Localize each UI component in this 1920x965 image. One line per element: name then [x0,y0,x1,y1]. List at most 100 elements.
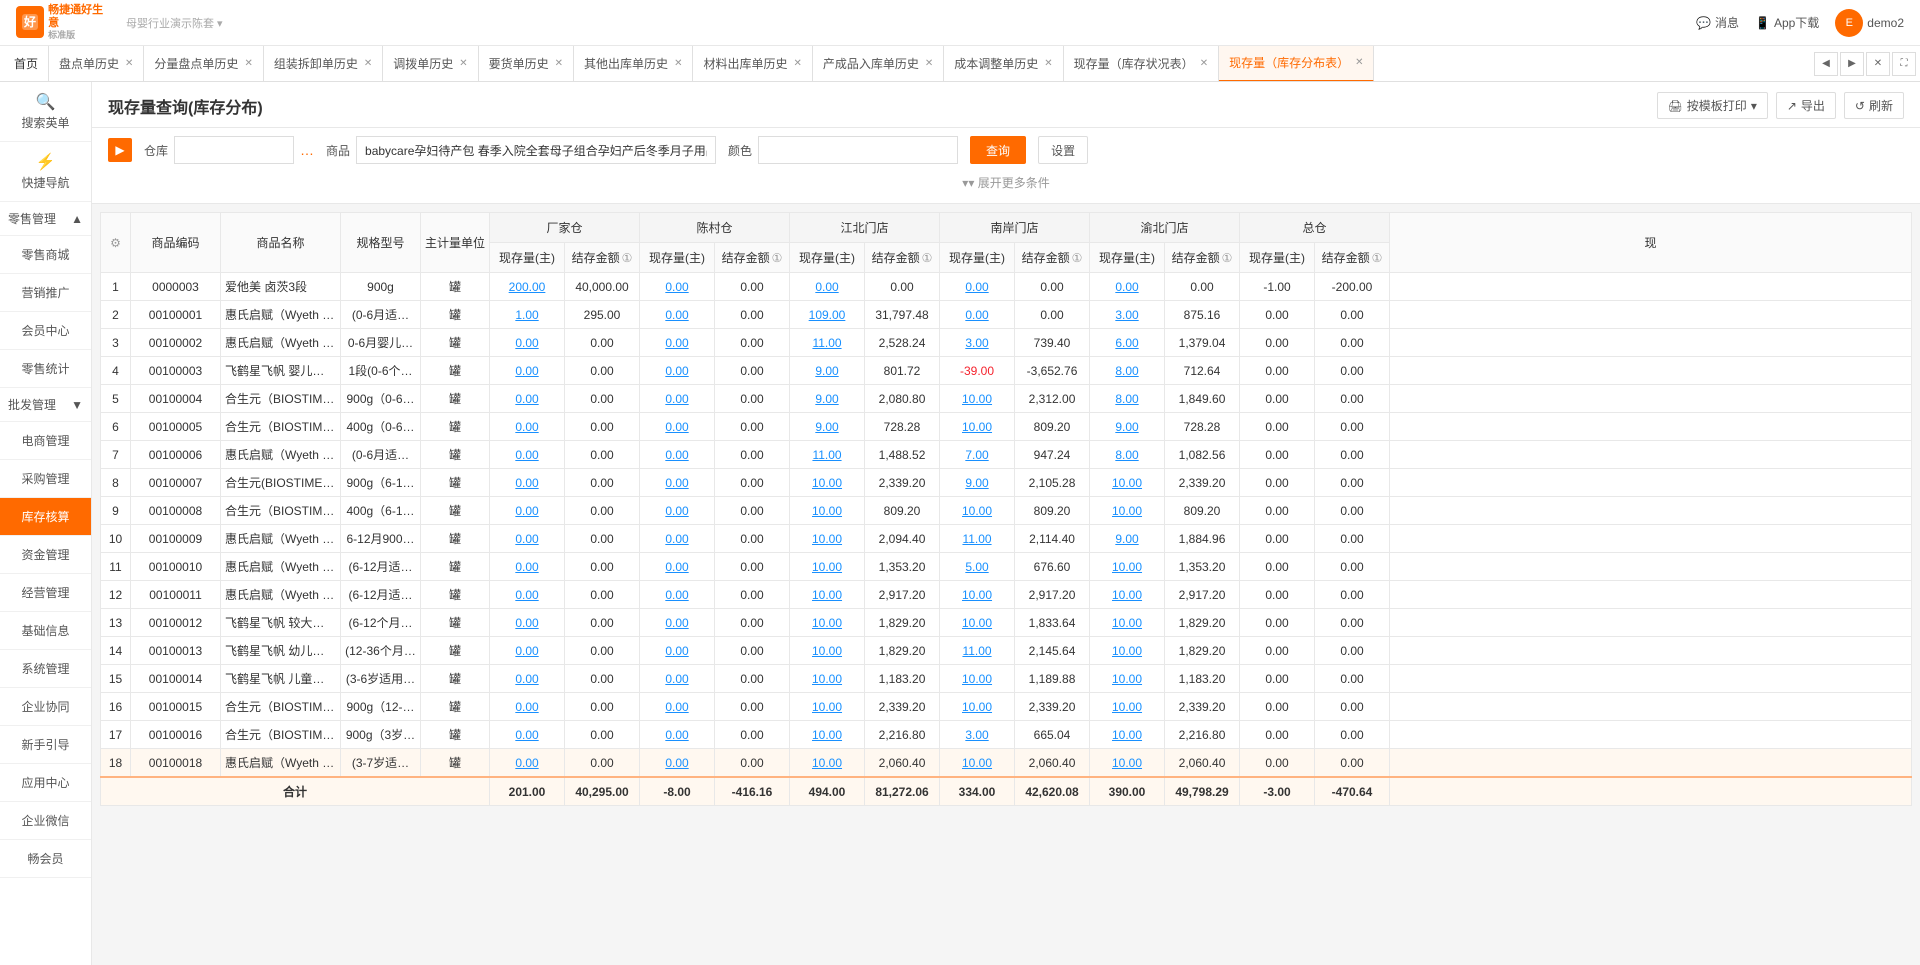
sidebar-item-finance[interactable]: 资金管理 [0,536,91,574]
sidebar-item-wechat-work[interactable]: 企业微信 [0,802,91,840]
cell-unit: 罐 [421,637,490,665]
info-icon[interactable]: ① [772,251,783,265]
tab-inventory-check[interactable]: 盘点单历史 ✕ [49,46,144,82]
tab-close-icon[interactable]: ✕ [555,58,563,69]
sidebar-item-retail[interactable]: 零售管理 ▲ [0,202,91,236]
sidebar-item-inventory[interactable]: 库存核算 [0,498,91,536]
cell-code: 00100018 [131,749,221,778]
cell-c1-qty: 1.00 [490,301,565,329]
tab-assembly[interactable]: 组装拆卸单历史 ✕ [264,46,383,82]
color-input[interactable] [758,136,958,164]
cell-c5-amt: 809.20 [1165,497,1240,525]
sidebar-item-collab[interactable]: 企业协同 [0,688,91,726]
tab-product-in[interactable]: 产成品入库单历史 ✕ [813,46,944,82]
cell-c2-amt: 0.00 [715,553,790,581]
tab-nav-fullscreen[interactable]: ⛶ [1892,52,1916,76]
footer-c2-qty: -8.00 [640,777,715,806]
tab-close-icon[interactable]: ✕ [364,58,372,69]
info-icon[interactable]: ① [622,251,633,265]
tab-transfer[interactable]: 调拨单历史 ✕ [383,46,478,82]
sidebar-item-base-info[interactable]: 基础信息 [0,612,91,650]
cell-c5-qty: 10.00 [1090,609,1165,637]
tab-nav-buttons: ◀ ▶ ✕ ⛶ [1814,52,1916,76]
sidebar-item-retail-stats[interactable]: 零售统计 [0,350,91,388]
sidebar-item-app-center[interactable]: 应用中心 [0,764,91,802]
tab-close-icon[interactable]: ✕ [925,58,933,69]
tab-close-icon[interactable]: ✕ [1200,58,1208,69]
sidebar-item-ecommerce[interactable]: 电商管理 [0,422,91,460]
cell-total-amt: 0.00 [1315,721,1390,749]
tab-close-icon[interactable]: ✕ [459,58,467,69]
industry-selector[interactable]: 母婴行业演示陈套 ▾ [126,15,223,31]
sidebar-item-member-plus[interactable]: 畅会员 [0,840,91,878]
gear-icon[interactable]: ⚙ [110,236,121,250]
col-header-nanan: 南岸门店 [940,213,1090,243]
tab-qty-check[interactable]: 分量盘点单历史 ✕ [144,46,263,82]
tab-nav-prev[interactable]: ◀ [1814,52,1838,76]
cell-c3-amt: 1,829.20 [865,609,940,637]
sidebar-item-wholesale[interactable]: 批发管理 ▼ [0,388,91,422]
table-row: 10 00100009 惠氏启赋（Wyeth illu… 6-12月900… 罐… [101,525,1912,553]
tab-cost-adjust[interactable]: 成本调整单历史 ✕ [944,46,1063,82]
cell-seq: 14 [101,637,131,665]
cell-c1-amt: 0.00 [565,497,640,525]
expand-more-btn[interactable]: ▾▾ 展开更多条件 [108,170,1904,195]
filter-toggle-btn[interactable]: ▶ [108,138,132,162]
settings-btn[interactable]: 设置 [1038,136,1088,164]
cell-c4-qty: 0.00 [940,273,1015,301]
print-btn[interactable]: 🖨 按模板打印 ▾ [1657,92,1768,119]
cell-c5-qty: 10.00 [1090,721,1165,749]
table-row: 13 00100012 飞鹤星飞帆 较大婴儿配… (6-12个月… 罐 0.00… [101,609,1912,637]
tab-material-out[interactable]: 材料出库单历史 ✕ [693,46,812,82]
sub-header-total-amt: 结存金额① [1315,243,1390,273]
export-btn[interactable]: ↗ 导出 [1776,92,1836,119]
tab-close-icon[interactable]: ✕ [674,58,682,69]
sidebar-item-retail-mall[interactable]: 零售商城 [0,236,91,274]
sidebar-item-search[interactable]: 🔍 搜索英单 [0,82,91,142]
tab-stock-status[interactable]: 现存量（库存状况表） ✕ [1064,46,1219,82]
cell-c2-amt: 0.00 [715,581,790,609]
tab-close-icon[interactable]: ✕ [244,58,252,69]
cell-unit: 罐 [421,301,490,329]
cell-name: 惠氏启赋（Wyeth illu… [221,749,341,778]
sidebar-item-system[interactable]: 系统管理 [0,650,91,688]
info-icon[interactable]: ① [1222,251,1233,265]
info-icon[interactable]: ① [1072,251,1083,265]
warehouse-more-btn[interactable]: … [300,142,314,158]
product-input[interactable] [356,136,716,164]
app-download-btn[interactable]: 📱 App下载 [1755,14,1819,31]
sidebar-item-guide[interactable]: 新手引导 [0,726,91,764]
tab-home[interactable]: 首页 [4,46,49,82]
sidebar-item-purchase[interactable]: 采购管理 [0,460,91,498]
cell-spec: (3-6岁适用… [341,665,421,693]
tab-order[interactable]: 要货单历史 ✕ [479,46,574,82]
message-btn[interactable]: 💬 消息 [1696,14,1739,31]
tab-close-icon[interactable]: ✕ [793,58,801,69]
col-header-name: 商品名称 [221,213,341,273]
tab-stock-dist[interactable]: 现存量（库存分布表） ✕ [1219,46,1374,82]
cell-c1-qty: 0.00 [490,749,565,778]
refresh-btn[interactable]: ↺ 刷新 [1844,92,1904,119]
info-icon[interactable]: ① [922,251,933,265]
tab-other-out[interactable]: 其他出库单历史 ✕ [574,46,693,82]
cell-spec: (0-6月适… [341,441,421,469]
cell-name: 合生元（BIOSTIME）… [221,721,341,749]
cell-current [1390,413,1912,441]
sidebar-item-marketing[interactable]: 营销推广 [0,274,91,312]
search-btn[interactable]: 查询 [970,136,1026,164]
tab-close-icon[interactable]: ✕ [125,58,133,69]
sidebar-item-member[interactable]: 会员中心 [0,312,91,350]
warehouse-input[interactable] [174,136,294,164]
cell-c5-amt: 1,082.56 [1165,441,1240,469]
sidebar-item-nav[interactable]: ⚡ 快捷导航 [0,142,91,202]
cell-total-qty: 0.00 [1240,665,1315,693]
user-profile[interactable]: E demo2 [1835,9,1904,37]
tab-nav-close[interactable]: ✕ [1866,52,1890,76]
sidebar-item-operation[interactable]: 经营管理 [0,574,91,612]
message-icon: 💬 [1696,16,1711,30]
tab-nav-next[interactable]: ▶ [1840,52,1864,76]
info-icon[interactable]: ① [1372,251,1383,265]
tab-close-icon[interactable]: ✕ [1355,57,1363,68]
tab-close-icon[interactable]: ✕ [1044,58,1052,69]
cell-total-amt: 0.00 [1315,525,1390,553]
